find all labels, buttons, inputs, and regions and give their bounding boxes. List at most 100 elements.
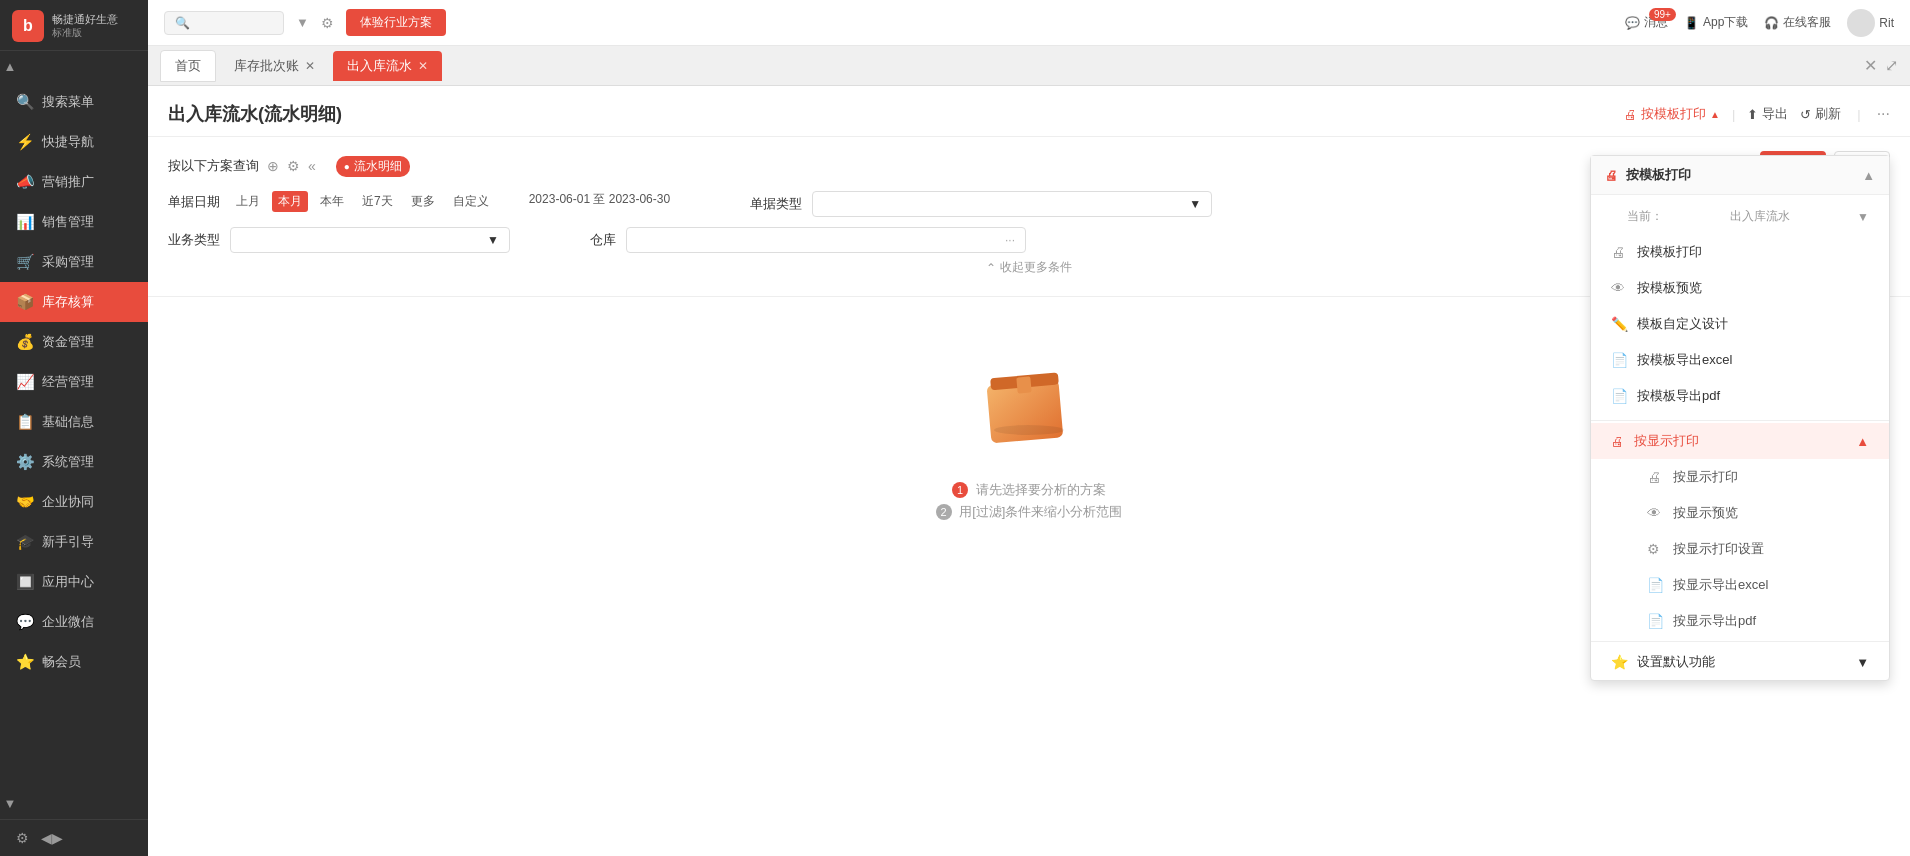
export-btn[interactable]: ⬆ 导出	[1747, 105, 1788, 123]
refresh-btn[interactable]: ↺ 刷新	[1800, 105, 1841, 123]
dropdown-item-set-default[interactable]: ⭐ 设置默认功能 ▼	[1591, 644, 1889, 680]
filter-tag[interactable]: ● 流水明细	[336, 156, 410, 177]
collapse-filter-icon[interactable]: «	[308, 158, 316, 174]
date-opt-more[interactable]: 更多	[405, 191, 441, 212]
global-search[interactable]: 🔍	[164, 11, 284, 35]
step2-num: 2	[936, 504, 952, 520]
sidebar-item-search[interactable]: 🔍 搜索菜单	[0, 82, 148, 122]
settings-icon[interactable]: ⚙	[321, 15, 334, 31]
date-opt-custom[interactable]: 自定义	[447, 191, 495, 212]
sidebar-item-label: 企业协同	[42, 493, 94, 511]
printer-header-icon: 🖨	[1605, 168, 1618, 183]
finance-icon: 💰	[16, 333, 34, 351]
settings-filter-icon[interactable]: ⚙	[287, 158, 300, 174]
business-type-group: 业务类型 ▼	[168, 227, 510, 253]
scroll-up-btn[interactable]: ▲	[0, 55, 20, 78]
tab-home-label: 首页	[175, 57, 201, 75]
sales-icon: 📊	[16, 213, 34, 231]
dropdown-item-display-settings[interactable]: ⚙ 按显示打印设置	[1611, 531, 1889, 567]
date-opt-7days[interactable]: 近7天	[356, 191, 399, 212]
close-win-btn[interactable]: ✕	[1864, 56, 1877, 75]
collapse-icon[interactable]: ◀▶	[41, 830, 63, 846]
dropdown-item-display-pdf[interactable]: 📄 按显示导出pdf	[1611, 603, 1889, 639]
sidebar-item-label: 营销推广	[42, 173, 94, 191]
dropdown-item-display-excel[interactable]: 📄 按显示导出excel	[1611, 567, 1889, 603]
sidebar-item-wechat[interactable]: 💬 企业微信	[0, 602, 148, 642]
page-body: 出入库流水(流水明细) 🖨 按模板打印 ▲ | ⬆ 导出 ↺ 刷新	[148, 86, 1910, 856]
tab-close-inventory-batch[interactable]: ✕	[305, 59, 315, 73]
current-prefix: 当前：	[1627, 208, 1663, 225]
dropdown-section-template: 当前： 出入库流水 ▼ 🖨 按模板打印 👁 按模板预览	[1591, 195, 1889, 418]
printer-icon: 🖨	[1624, 107, 1637, 122]
dropdown-item-display-preview[interactable]: 👁 按显示预览	[1611, 495, 1889, 531]
sidebar-item-guide[interactable]: 🎓 新手引导	[0, 522, 148, 562]
sidebar-item-finance[interactable]: 💰 资金管理	[0, 322, 148, 362]
app-download-btn[interactable]: 📱 App下载	[1684, 14, 1748, 31]
date-opt-last-month[interactable]: 上月	[230, 191, 266, 212]
edit-icon: ✏️	[1611, 316, 1627, 332]
online-service-btn[interactable]: 🎧 在线客服	[1764, 14, 1831, 31]
date-opt-this-month[interactable]: 本月	[272, 191, 308, 212]
sidebar-item-shortcut[interactable]: ⚡ 快捷导航	[0, 122, 148, 162]
tab-home[interactable]: 首页	[160, 50, 216, 82]
sidebar-item-label: 搜索菜单	[42, 93, 94, 111]
business-type-select[interactable]: ▼	[230, 227, 510, 253]
main-content: 🔍 ▼ ⚙ 体验行业方案 💬 消息 99+ 📱 App下载 🎧	[148, 0, 1910, 856]
sidebar-item-marketing[interactable]: 📣 营销推广	[0, 162, 148, 202]
user-menu[interactable]: Rit	[1847, 9, 1894, 37]
sidebar-item-label: 畅会员	[42, 653, 81, 671]
print-template-btn[interactable]: 🖨 按模板打印 ▲	[1624, 105, 1720, 123]
warehouse-select[interactable]: ···	[626, 227, 1026, 253]
dropdown-item-label: 设置默认功能	[1637, 653, 1715, 671]
sidebar-item-purchase[interactable]: 🛒 采购管理	[0, 242, 148, 282]
page-actions: 🖨 按模板打印 ▲ | ⬆ 导出 ↺ 刷新 | ···	[1624, 105, 1890, 123]
dropdown-item-label: 按显示打印	[1673, 468, 1738, 486]
dropdown-item-template-excel[interactable]: 📄 按模板导出excel	[1591, 342, 1889, 378]
group-chevron-up[interactable]: ▲	[1856, 434, 1869, 449]
sidebar-item-operation[interactable]: 📈 经营管理	[0, 362, 148, 402]
header-left: 🔍 ▼ ⚙ 体验行业方案	[164, 9, 446, 36]
dropdown-item-display-print[interactable]: 🖨 按显示打印	[1611, 459, 1889, 495]
sidebar-item-label: 基础信息	[42, 413, 94, 431]
empty-box-svg	[979, 362, 1079, 452]
sidebar-item-sales[interactable]: 📊 销售管理	[0, 202, 148, 242]
apps-icon: 🔲	[16, 573, 34, 591]
dropdown-item-template-preview[interactable]: 👁 按模板预览	[1591, 270, 1889, 306]
tab-inventory-batch[interactable]: 库存批次账 ✕	[220, 51, 329, 81]
message-btn[interactable]: 💬 消息 99+	[1625, 14, 1668, 31]
chevron-up-collapse: ⌃	[986, 261, 996, 275]
sidebar-item-member[interactable]: ⭐ 畅会员	[0, 642, 148, 682]
date-opt-this-year[interactable]: 本年	[314, 191, 350, 212]
dropdown-icon[interactable]: ▼	[296, 15, 309, 30]
dropdown-item-label: 按模板导出excel	[1637, 351, 1732, 369]
warehouse-more-icon[interactable]: ···	[1005, 233, 1015, 247]
settings-bottom-icon[interactable]: ⚙	[16, 830, 29, 846]
filter-label: 按以下方案查询	[168, 157, 259, 175]
marketing-icon: 📣	[16, 173, 34, 191]
add-filter-icon[interactable]: ⊕	[267, 158, 279, 174]
app-header: 🔍 ▼ ⚙ 体验行业方案 💬 消息 99+ 📱 App下载 🎧	[148, 0, 1910, 46]
tab-close-inout-flow[interactable]: ✕	[418, 59, 428, 73]
sidebar-item-enterprise[interactable]: 🤝 企业协同	[0, 482, 148, 522]
sidebar-item-label: 新手引导	[42, 533, 94, 551]
dropdown-item-template-pdf[interactable]: 📄 按模板导出pdf	[1591, 378, 1889, 414]
sidebar-item-basic[interactable]: 📋 基础信息	[0, 402, 148, 442]
dropdown-item-template-print[interactable]: 🖨 按模板打印	[1591, 234, 1889, 270]
display-print-group[interactable]: 🖨 按显示打印 ▲	[1591, 423, 1889, 459]
empty-step2-text: 用[过滤]条件来缩小分析范围	[959, 504, 1122, 519]
dropdown-item-label: 按显示预览	[1673, 504, 1738, 522]
tab-inout-flow[interactable]: 出入库流水 ✕	[333, 51, 442, 81]
sidebar-item-apps[interactable]: 🔲 应用中心	[0, 562, 148, 602]
scroll-down-btn[interactable]: ▼	[0, 792, 20, 815]
current-chevron[interactable]: ▼	[1857, 210, 1869, 224]
sidebar-item-inventory[interactable]: 📦 库存核算	[0, 282, 148, 322]
filter-main: ● 流水明细	[336, 156, 1740, 177]
sidebar-nav: 🔍 搜索菜单 ⚡ 快捷导航 📣 营销推广 📊 销售管理 🛒 采购管理 📦	[0, 82, 148, 788]
industry-btn[interactable]: 体验行业方案	[346, 9, 446, 36]
sidebar-item-system[interactable]: ⚙️ 系统管理	[0, 442, 148, 482]
maximize-win-btn[interactable]: ⤢	[1885, 56, 1898, 75]
doc-type-select[interactable]: ▼	[812, 191, 1212, 217]
chevron-up-icon[interactable]: ▲	[1862, 168, 1875, 183]
dropdown-item-template-customize[interactable]: ✏️ 模板自定义设计	[1591, 306, 1889, 342]
more-icon[interactable]: ···	[1877, 105, 1890, 123]
